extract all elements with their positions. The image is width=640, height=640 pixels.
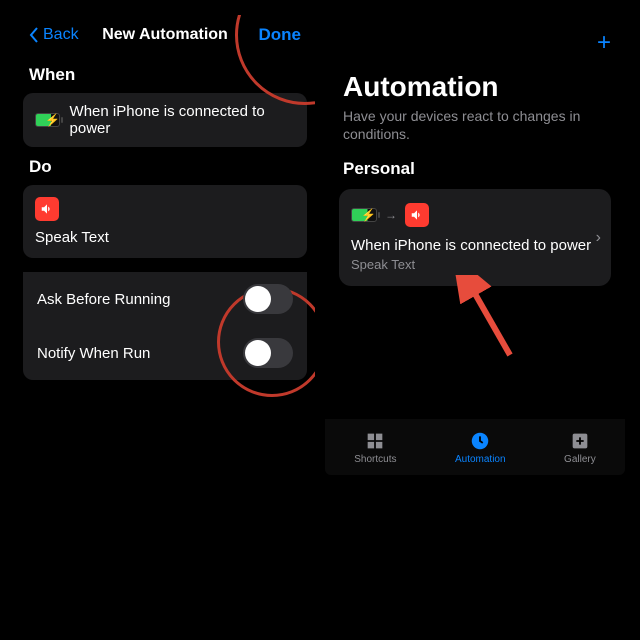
battery-charging-icon: ⚡: [351, 208, 377, 222]
automation-icon: [469, 430, 491, 452]
page-subtitle: Have your devices react to changes in co…: [325, 107, 625, 159]
automation-card[interactable]: ⚡ → When iPhone is connected to power Sp…: [339, 189, 611, 286]
speaker-icon: [35, 197, 59, 221]
chevron-right-icon: ›: [596, 229, 601, 247]
personal-section-title: Personal: [325, 159, 625, 189]
speaker-icon: [405, 203, 429, 227]
tab-gallery[interactable]: Gallery: [564, 430, 596, 465]
right-screen: + Automation Have your devices react to …: [325, 15, 625, 475]
gallery-icon: [569, 430, 591, 452]
add-button[interactable]: +: [597, 29, 611, 57]
toggle-label: Ask Before Running: [37, 291, 170, 308]
shortcuts-icon: [364, 430, 386, 452]
page-title: Automation: [325, 71, 625, 107]
left-screen: Back New Automation Done When ⚡ When iPh…: [15, 15, 315, 475]
do-card[interactable]: Speak Text: [23, 185, 307, 258]
arrow-right-icon: →: [385, 208, 397, 222]
nav-header: Back New Automation Done: [15, 15, 315, 55]
when-section-title: When: [15, 55, 315, 93]
toggle-switch[interactable]: [243, 338, 293, 368]
automation-title: When iPhone is connected to power: [351, 237, 599, 254]
page-title: New Automation: [102, 26, 228, 44]
nav-header: +: [325, 15, 625, 71]
when-card[interactable]: ⚡ When iPhone is connected to power: [23, 93, 307, 147]
action-name: Speak Text: [35, 229, 109, 246]
notify-when-run-row[interactable]: Notify When Run: [23, 326, 307, 380]
tab-bar: Shortcuts Automation Gallery: [325, 419, 625, 475]
ask-before-running-row[interactable]: Ask Before Running: [23, 272, 307, 326]
annotation-arrow: [455, 275, 525, 365]
when-card-text: When iPhone is connected to power: [70, 103, 295, 137]
tab-label: Gallery: [564, 454, 596, 465]
automation-icons: ⚡ →: [351, 203, 599, 227]
done-button[interactable]: Done: [259, 25, 302, 45]
chevron-left-icon: [29, 27, 39, 43]
battery-charging-icon: ⚡: [35, 113, 60, 127]
tab-automation[interactable]: Automation: [455, 430, 506, 465]
tab-label: Shortcuts: [354, 454, 396, 465]
back-button[interactable]: Back: [29, 26, 79, 44]
automation-subtitle: Speak Text: [351, 257, 599, 272]
tab-shortcuts[interactable]: Shortcuts: [354, 430, 396, 465]
toggle-switch[interactable]: [243, 284, 293, 314]
back-label: Back: [43, 26, 79, 44]
tab-label: Automation: [455, 454, 506, 465]
do-section-title: Do: [15, 147, 315, 185]
toggle-label: Notify When Run: [37, 345, 150, 362]
